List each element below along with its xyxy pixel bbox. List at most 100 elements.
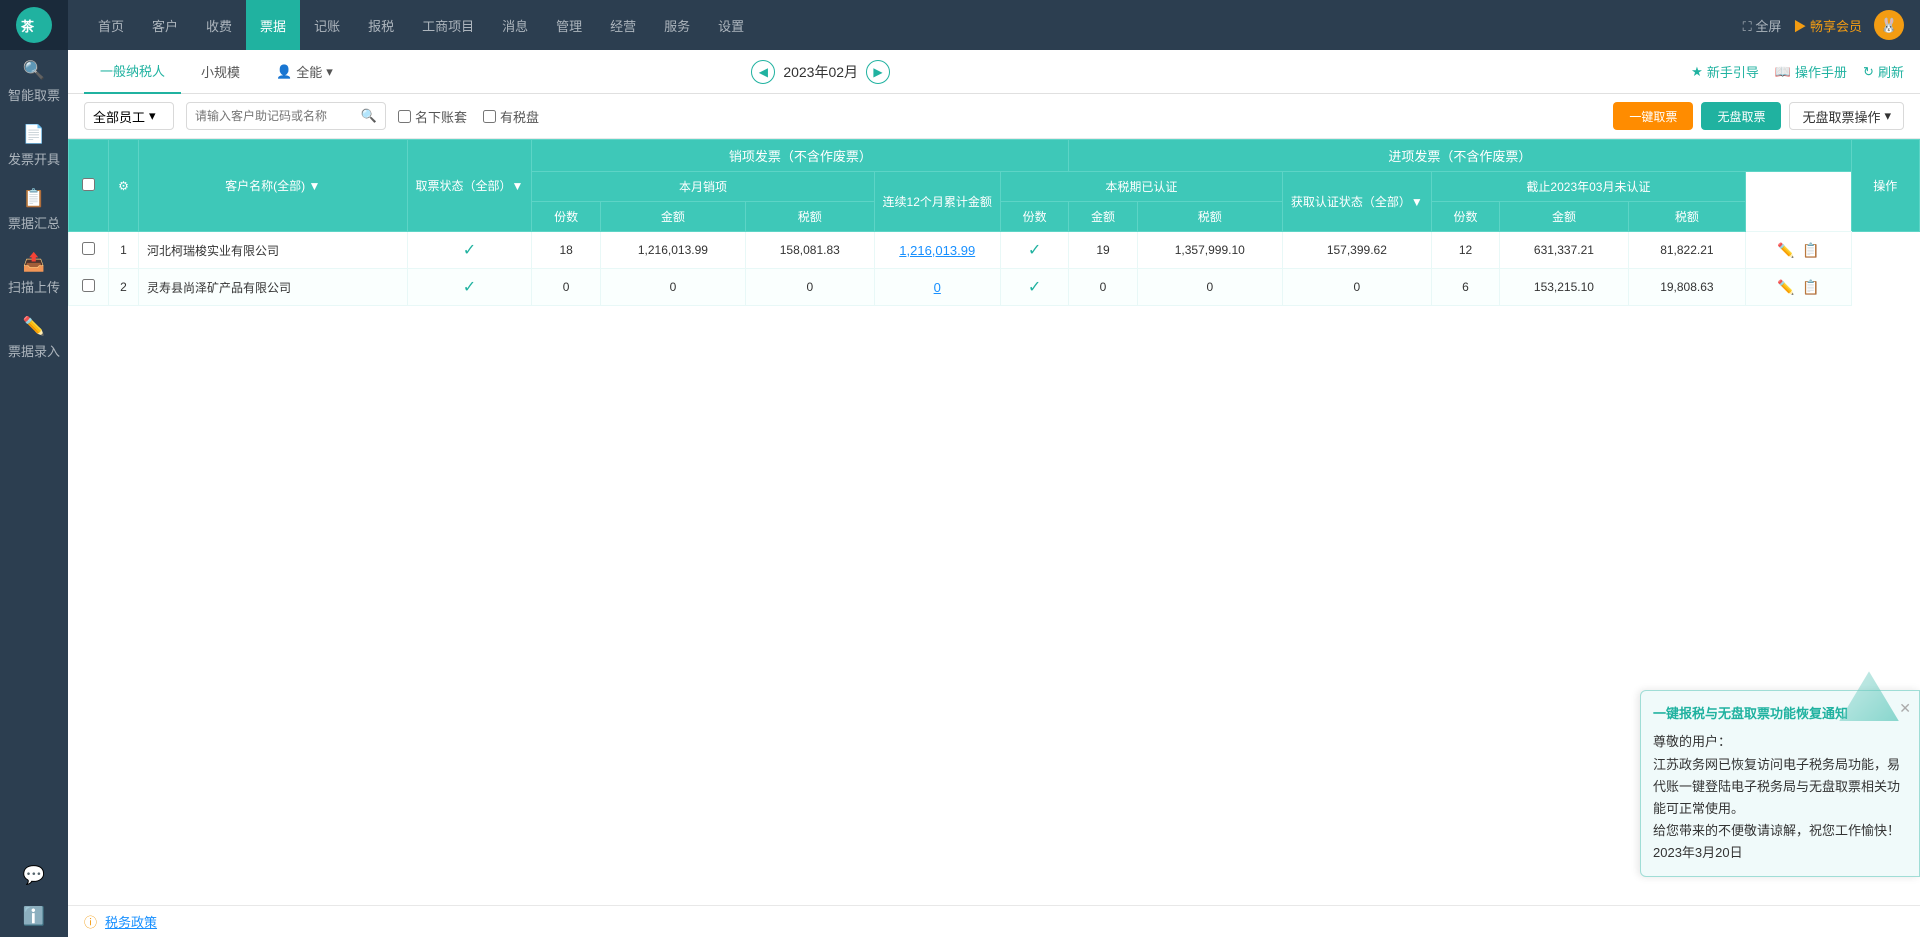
- filter-group: 名下账套 有税盘: [398, 107, 539, 126]
- no-disk-fetch-button[interactable]: 无盘取票: [1701, 102, 1781, 130]
- row-sales-accum[interactable]: 0: [874, 269, 1000, 306]
- nav-invoice[interactable]: 票据: [246, 0, 300, 50]
- sidebar-item-invoice-summary-label: 票据汇总: [8, 213, 60, 232]
- sidebar-item-invoice-entry[interactable]: ✏️ 票据录入: [0, 306, 68, 370]
- th-cert-tax: 税额: [1137, 202, 1282, 232]
- tab-general-taxpayer-label: 一般纳税人: [100, 61, 165, 80]
- row-customer-name: 灵寿县尚泽矿产品有限公司: [139, 269, 408, 306]
- row-sales-accum[interactable]: 1,216,013.99: [874, 232, 1000, 269]
- manual-button[interactable]: 📖 操作手册: [1775, 62, 1847, 81]
- row-cert-amount: 1,357,999.10: [1137, 232, 1282, 269]
- smart-fetch-icon: 🔍: [23, 60, 45, 81]
- tabbar: 一般纳税人 小规模 👤 全能 ▾ ◀ 2023年02月 ▶ ★ 新手引导: [68, 50, 1920, 94]
- row-actions: ✏️ 📋: [1746, 232, 1851, 269]
- nav-settings[interactable]: 设置: [704, 0, 758, 50]
- th-sales-count: 份数: [532, 202, 600, 232]
- tab-small-scale[interactable]: 小规模: [185, 50, 256, 94]
- notification-popup: ✕ 一键报税与无盘取票功能恢复通知 尊敬的用户： 江苏政务网已恢复访问电子税务局…: [1640, 690, 1920, 877]
- invoice-entry-icon: ✏️: [23, 316, 45, 337]
- member-button[interactable]: ▶ 畅享会员: [1793, 16, 1862, 35]
- th-uncert-tax: 税额: [1628, 202, 1745, 232]
- sidebar-item-invoice-open[interactable]: 📄 发票开具: [0, 114, 68, 178]
- period-prev-button[interactable]: ◀: [751, 60, 775, 84]
- th-sales-amount: 金额: [600, 202, 745, 232]
- th-uncert-count: 份数: [1431, 202, 1499, 232]
- row-sales-tax: 158,081.83: [746, 232, 875, 269]
- row-edit-icon[interactable]: ✏️: [1777, 279, 1794, 295]
- nav-customer[interactable]: 客户: [138, 0, 192, 50]
- tab-all-dropdown-icon: ▾: [326, 64, 333, 80]
- nav-business[interactable]: 工商项目: [408, 0, 488, 50]
- search-input[interactable]: [195, 109, 361, 123]
- sidebar-item-scan-upload-label: 扫描上传: [8, 277, 60, 296]
- tab-all-icon: 👤: [276, 64, 292, 80]
- employee-select-value: 全部员工: [93, 107, 145, 126]
- fullscreen-button[interactable]: ⛶ 全屏: [1743, 16, 1782, 35]
- main-table: ⚙ 客户名称(全部) ▼ 取票状态（全部）▼ 销项发票（不含作废票） 进项发票（…: [68, 139, 1920, 306]
- row-edit-icon[interactable]: ✏️: [1777, 242, 1794, 258]
- th-uncert-amount: 金额: [1500, 202, 1629, 232]
- row-copy-icon[interactable]: 📋: [1802, 279, 1819, 295]
- sidebar-item-invoice-entry-label: 票据录入: [8, 341, 60, 360]
- row-uncert-amount: 153,215.10: [1500, 269, 1629, 306]
- table-row: 2 灵寿县尚泽矿产品有限公司 ✓ 0 0 0 0 ✓ 0 0 0 6 153,2…: [69, 269, 1920, 306]
- row-fetch-status: ✓: [407, 269, 532, 306]
- statusbar-icon: ⓘ: [84, 912, 97, 931]
- nav-message[interactable]: 消息: [488, 0, 542, 50]
- row-checkbox[interactable]: [69, 232, 109, 269]
- row-uncert-count: 12: [1431, 232, 1499, 269]
- th-customer-name: 客户名称(全部) ▼: [139, 140, 408, 232]
- tab-general-taxpayer[interactable]: 一般纳税人: [84, 50, 181, 94]
- nav-billing[interactable]: 收费: [192, 0, 246, 50]
- sidebar-item-scan-upload[interactable]: 📤 扫描上传: [0, 242, 68, 306]
- employee-dropdown-icon: ▾: [149, 108, 156, 124]
- filter-has-disk-label: 有税盘: [500, 107, 539, 126]
- row-copy-icon[interactable]: 📋: [1802, 242, 1819, 258]
- row-index: 2: [109, 269, 139, 306]
- search-box[interactable]: 🔍: [186, 102, 386, 130]
- period-next-button[interactable]: ▶: [866, 60, 890, 84]
- select-all-checkbox[interactable]: [82, 178, 95, 191]
- th-cert-amount: 金额: [1069, 202, 1137, 232]
- info-icon: ℹ️: [23, 906, 45, 927]
- one-click-fetch-button[interactable]: 一键取票: [1613, 102, 1693, 130]
- sidebar: 茶 🔍 智能取票 📄 发票开具 📋 票据汇总 📤 扫描上传 ✏️ 票据录入 💬 …: [0, 0, 68, 937]
- employee-select[interactable]: 全部员工 ▾: [84, 102, 174, 130]
- th-certified: 本税期已认证: [1000, 172, 1282, 202]
- chat-icon: 💬: [23, 865, 45, 886]
- new-guide-button[interactable]: ★ 新手引导: [1691, 62, 1759, 81]
- filter-own-account[interactable]: 名下账套: [398, 107, 467, 126]
- th-operation: 操作: [1851, 140, 1919, 232]
- th-fetch-status: 取票状态（全部）▼: [407, 140, 532, 232]
- row-cert-count: 19: [1069, 232, 1137, 269]
- th-current-month-sales: 本月销项: [532, 172, 874, 202]
- sidebar-item-smart-fetch[interactable]: 🔍 智能取票: [0, 50, 68, 114]
- nav-manage[interactable]: 管理: [542, 0, 596, 50]
- row-cert-count: 0: [1069, 269, 1137, 306]
- sidebar-item-chat[interactable]: 💬: [0, 855, 68, 896]
- nav-home[interactable]: 首页: [84, 0, 138, 50]
- filter-own-account-checkbox[interactable]: [398, 110, 411, 123]
- nav-bookkeeping[interactable]: 记账: [300, 0, 354, 50]
- refresh-button[interactable]: ↻ 刷新: [1863, 62, 1904, 81]
- nav-operation[interactable]: 经营: [596, 0, 650, 50]
- no-disk-operation-dropdown-icon: ▾: [1884, 108, 1891, 124]
- row-uncert-count: 6: [1431, 269, 1499, 306]
- no-disk-operation-label: 无盘取票操作: [1802, 107, 1880, 126]
- notification-close-button[interactable]: ✕: [1899, 697, 1911, 721]
- th-purchase-invoice-group: 进项发票（不含作废票）: [1069, 140, 1851, 172]
- user-avatar[interactable]: 🐰: [1874, 10, 1904, 40]
- no-disk-operation-button[interactable]: 无盘取票操作 ▾: [1789, 102, 1904, 130]
- row-checkbox[interactable]: [69, 269, 109, 306]
- filter-has-disk[interactable]: 有税盘: [483, 107, 539, 126]
- sidebar-item-info[interactable]: ℹ️: [0, 896, 68, 937]
- sidebar-item-invoice-summary[interactable]: 📋 票据汇总: [0, 178, 68, 242]
- nav-service[interactable]: 服务: [650, 0, 704, 50]
- row-sales-amount: 0: [600, 269, 745, 306]
- period-label: 2023年02月: [783, 62, 858, 82]
- statusbar-text[interactable]: 税务政策: [105, 912, 157, 931]
- th-settings: ⚙: [109, 140, 139, 232]
- filter-has-disk-checkbox[interactable]: [483, 110, 496, 123]
- nav-tax[interactable]: 报税: [354, 0, 408, 50]
- tab-all[interactable]: 👤 全能 ▾: [260, 50, 349, 94]
